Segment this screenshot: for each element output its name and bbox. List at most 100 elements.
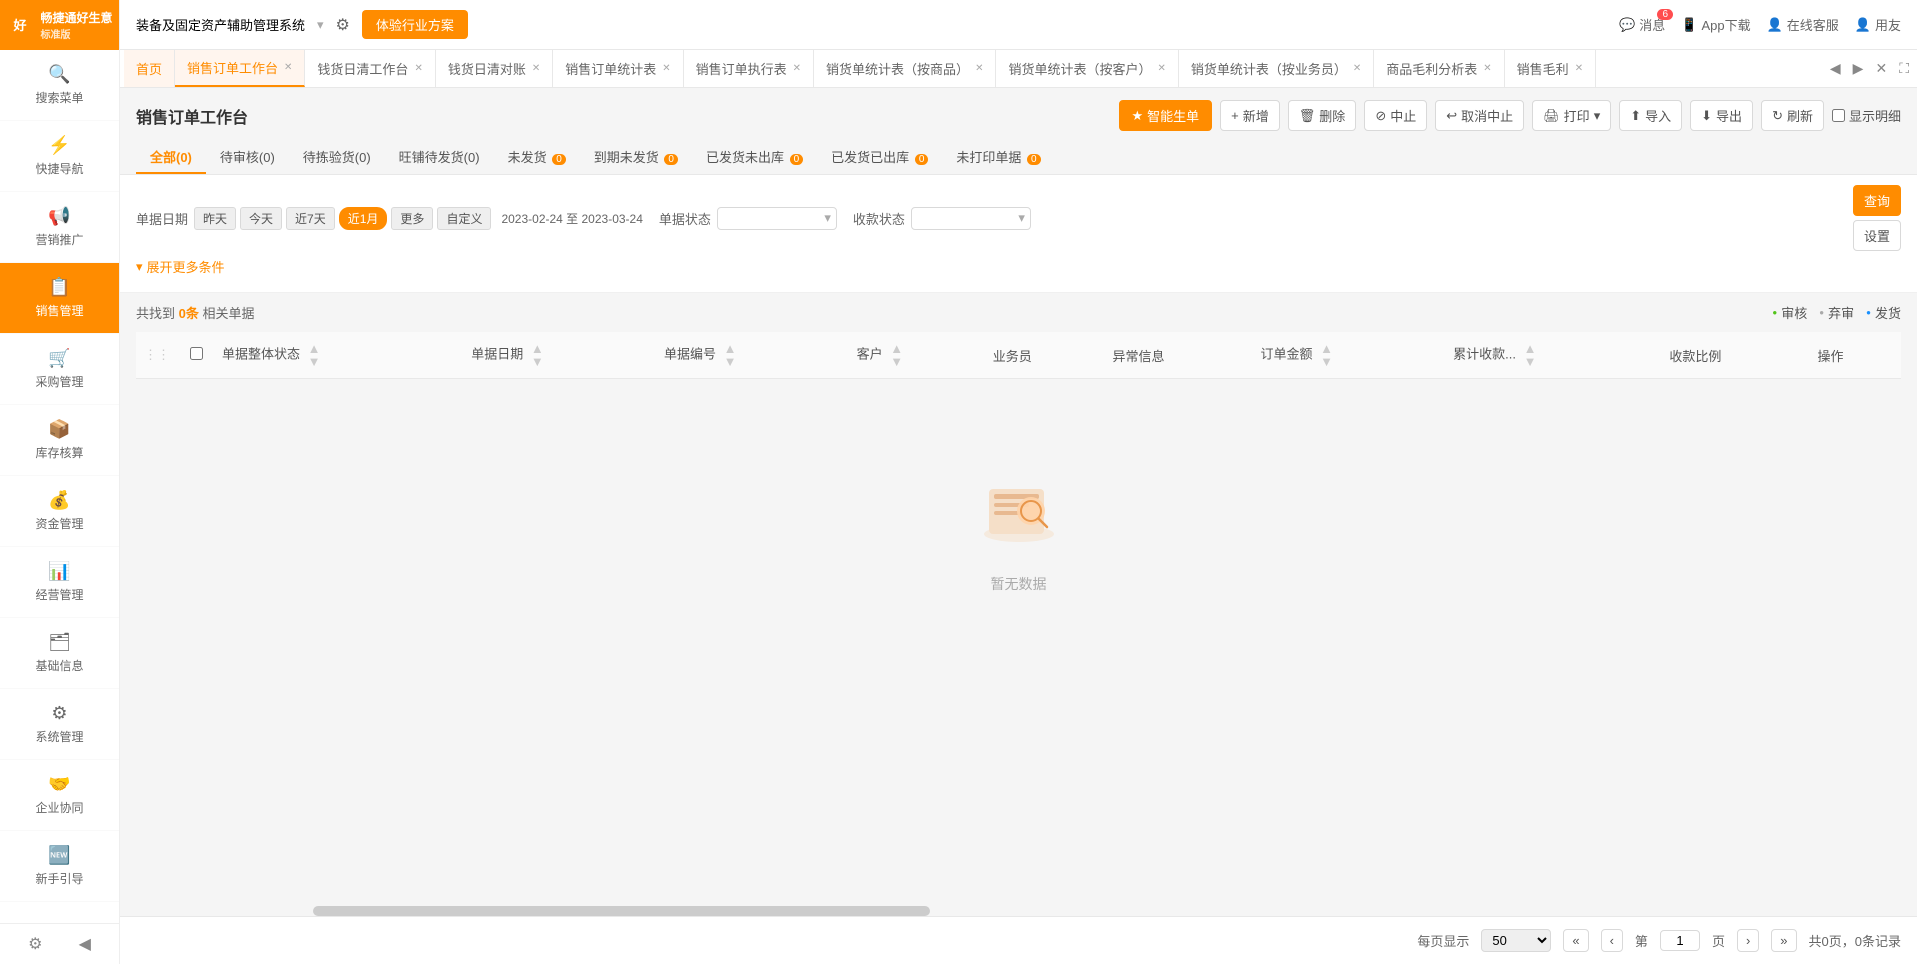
first-page-btn[interactable]: « [1563,929,1588,952]
tab-cash-daily[interactable]: 钱货日清工作台 ✕ [305,50,435,87]
tab-close-icon[interactable]: ✕ [1353,63,1361,74]
topbar-settings-icon[interactable]: ⚙ [336,15,350,35]
tab-close-icon[interactable]: ✕ [1483,63,1491,74]
tab-close-icon[interactable]: ✕ [284,62,292,73]
subtab-pending-review[interactable]: 待审核(0) [206,141,289,174]
subtab-overdue[interactable]: 到期未发货 0 [580,141,692,174]
tab-sales-profit[interactable]: 销售毛利 ✕ [1505,50,1596,87]
cancel-action-btn[interactable]: 弃审 [1819,303,1854,322]
settings-filter-button[interactable]: 设置 [1853,220,1901,251]
expand-filter-btn[interactable]: ▾ 展开更多条件 [136,257,225,276]
tab-close-icon[interactable]: ✕ [975,63,983,74]
subtab-not-printed[interactable]: 未打印单据 0 [942,141,1054,174]
tab-sales-customer[interactable]: 销货单统计表（按客户） ✕ [996,50,1178,87]
refresh-button[interactable]: ↻ 刷新 [1761,100,1824,131]
tab-cash-reconcile[interactable]: 钱货日清对账 ✕ [436,50,553,87]
subtab-shipped-out[interactable]: 已发货已出库 0 [817,141,942,174]
tab-close-icon[interactable]: ✕ [1157,63,1165,74]
subtab-label: 全部(0) [150,150,192,165]
tab-close-icon[interactable]: ✕ [414,63,422,74]
per-page-select[interactable]: 10 20 50 100 [1481,929,1551,952]
sidebar-item-enterprise[interactable]: 🤝 企业协同 [0,760,119,831]
export-label: 导出 [1716,106,1742,125]
topbar-icons: 💬 消息 6 📱 App下载 👤 在线客服 👤 用友 [1619,15,1901,34]
cancel-stop-button[interactable]: ↩ 取消中止 [1435,100,1524,131]
tab-maximize-btn[interactable]: ⛶ [1895,58,1913,79]
tab-close-icon[interactable]: ✕ [793,63,801,74]
tab-prev-btn[interactable]: ◀ [1826,58,1845,79]
collapse-icon[interactable]: ◀ [79,934,91,954]
select-all-checkbox[interactable] [190,347,203,360]
audit-action-btn[interactable]: 审核 [1772,303,1807,322]
subtab-wangpu[interactable]: 旺铺待发货(0) [385,141,494,174]
settings-bottom-icon[interactable]: ⚙ [28,934,42,954]
system-icon: ⚙ [51,703,67,724]
add-button[interactable]: + 新增 [1220,100,1280,131]
experience-btn[interactable]: 体验行业方案 [362,10,468,39]
tab-sales-workbench[interactable]: 销售订单工作台 ✕ [175,50,305,87]
col-operations: 操作 [1809,332,1901,379]
filter-date-today[interactable]: 今天 [240,207,282,230]
empty-svg [969,459,1069,559]
online-service-item[interactable]: 👤 在线客服 [1767,15,1839,34]
query-button[interactable]: 查询 [1853,185,1901,216]
page-input[interactable] [1660,930,1700,951]
filter-status-item: 单据状态 [659,207,837,230]
per-page-label: 每页显示 [1417,931,1469,950]
sidebar-item-inventory[interactable]: 📦 库存核算 [0,405,119,476]
sidebar-item-basic[interactable]: 🗂 基础信息 [0,618,119,689]
sidebar-item-marketing[interactable]: 📢 营销推广 [0,192,119,263]
filter-status-select[interactable] [717,207,837,230]
sidebar-item-quicknav[interactable]: ⚡ 快捷导航 [0,121,119,192]
tab-close-all-btn[interactable]: ✕ [1871,58,1891,79]
export-button[interactable]: ⬇ 导出 [1690,100,1753,131]
last-page-btn[interactable]: » [1771,929,1796,952]
sidebar-item-guide[interactable]: 🆕 新手引导 [0,831,119,902]
filter-date-yesterday[interactable]: 昨天 [194,207,236,230]
subtab-all[interactable]: 全部(0) [136,141,206,174]
subtab-not-shipped[interactable]: 未发货 0 [494,141,580,174]
filter-date-1month[interactable]: 近1月 [339,207,388,230]
stop-button[interactable]: ⊘ 中止 [1364,100,1427,131]
subtab-shipped-not-out[interactable]: 已发货未出库 0 [692,141,817,174]
import-button[interactable]: ⬆ 导入 [1619,100,1682,131]
sidebar-item-finance[interactable]: 💰 资金管理 [0,476,119,547]
tab-gross[interactable]: 商品毛利分析表 ✕ [1374,50,1504,87]
tab-close-icon[interactable]: ✕ [662,63,670,74]
show-detail-checkbox[interactable]: 显示明细 [1832,106,1901,125]
data-table: ⋮⋮ 单据整体状态 ▲▼ 单据日期 ▲▼ [136,332,1901,379]
tab-close-icon[interactable]: ✕ [1575,63,1583,74]
filter-date-buttons: 昨天 今天 近7天 近1月 更多 自定义 [194,207,491,230]
subtab-pending-inspect[interactable]: 待拣验货(0) [289,141,385,174]
smart-gen-button[interactable]: ★ 智能生单 [1119,100,1213,131]
prev-page-btn[interactable]: ‹ [1601,929,1623,952]
sidebar-item-search[interactable]: 🔍 搜索菜单 [0,50,119,121]
user-item[interactable]: 👤 用友 [1855,15,1901,34]
filter-date-custom[interactable]: 自定义 [437,207,491,230]
col-date: 单据日期 ▲▼ [463,332,656,379]
sidebar-item-system[interactable]: ⚙ 系统管理 [0,689,119,760]
print-button[interactable]: 🖨 打印 ▾ [1532,100,1611,131]
show-detail-input[interactable] [1832,109,1845,122]
ship-action-btn[interactable]: 发货 [1866,303,1901,322]
sidebar-item-operation[interactable]: 📊 经营管理 [0,547,119,618]
sidebar-item-sales[interactable]: 📋 销售管理 [0,263,119,334]
scroll-track[interactable] [136,906,1901,916]
tab-sales-staff[interactable]: 销货单统计表（按业务员） ✕ [1179,50,1374,87]
tab-close-icon[interactable]: ✕ [532,63,540,74]
delete-icon: 🗑 [1299,108,1316,124]
next-page-btn[interactable]: › [1737,929,1759,952]
sidebar-item-purchase[interactable]: 🛒 采购管理 [0,334,119,405]
tab-sales-exec[interactable]: 销售订单执行表 ✕ [684,50,814,87]
delete-button[interactable]: 🗑 删除 [1288,100,1357,131]
app-download-item[interactable]: 📱 App下载 [1681,15,1750,34]
tab-sales-product[interactable]: 销货单统计表（按商品） ✕ [814,50,996,87]
message-item[interactable]: 💬 消息 6 [1619,15,1665,34]
tab-sales-stat[interactable]: 销售订单统计表 ✕ [553,50,683,87]
tab-home[interactable]: 首页 [124,50,175,87]
filter-payment-select[interactable] [911,207,1031,230]
tab-next-btn[interactable]: ▶ [1849,58,1868,79]
filter-date-more[interactable]: 更多 [391,207,433,230]
scroll-thumb[interactable] [313,906,931,916]
filter-date-7days[interactable]: 近7天 [286,207,335,230]
